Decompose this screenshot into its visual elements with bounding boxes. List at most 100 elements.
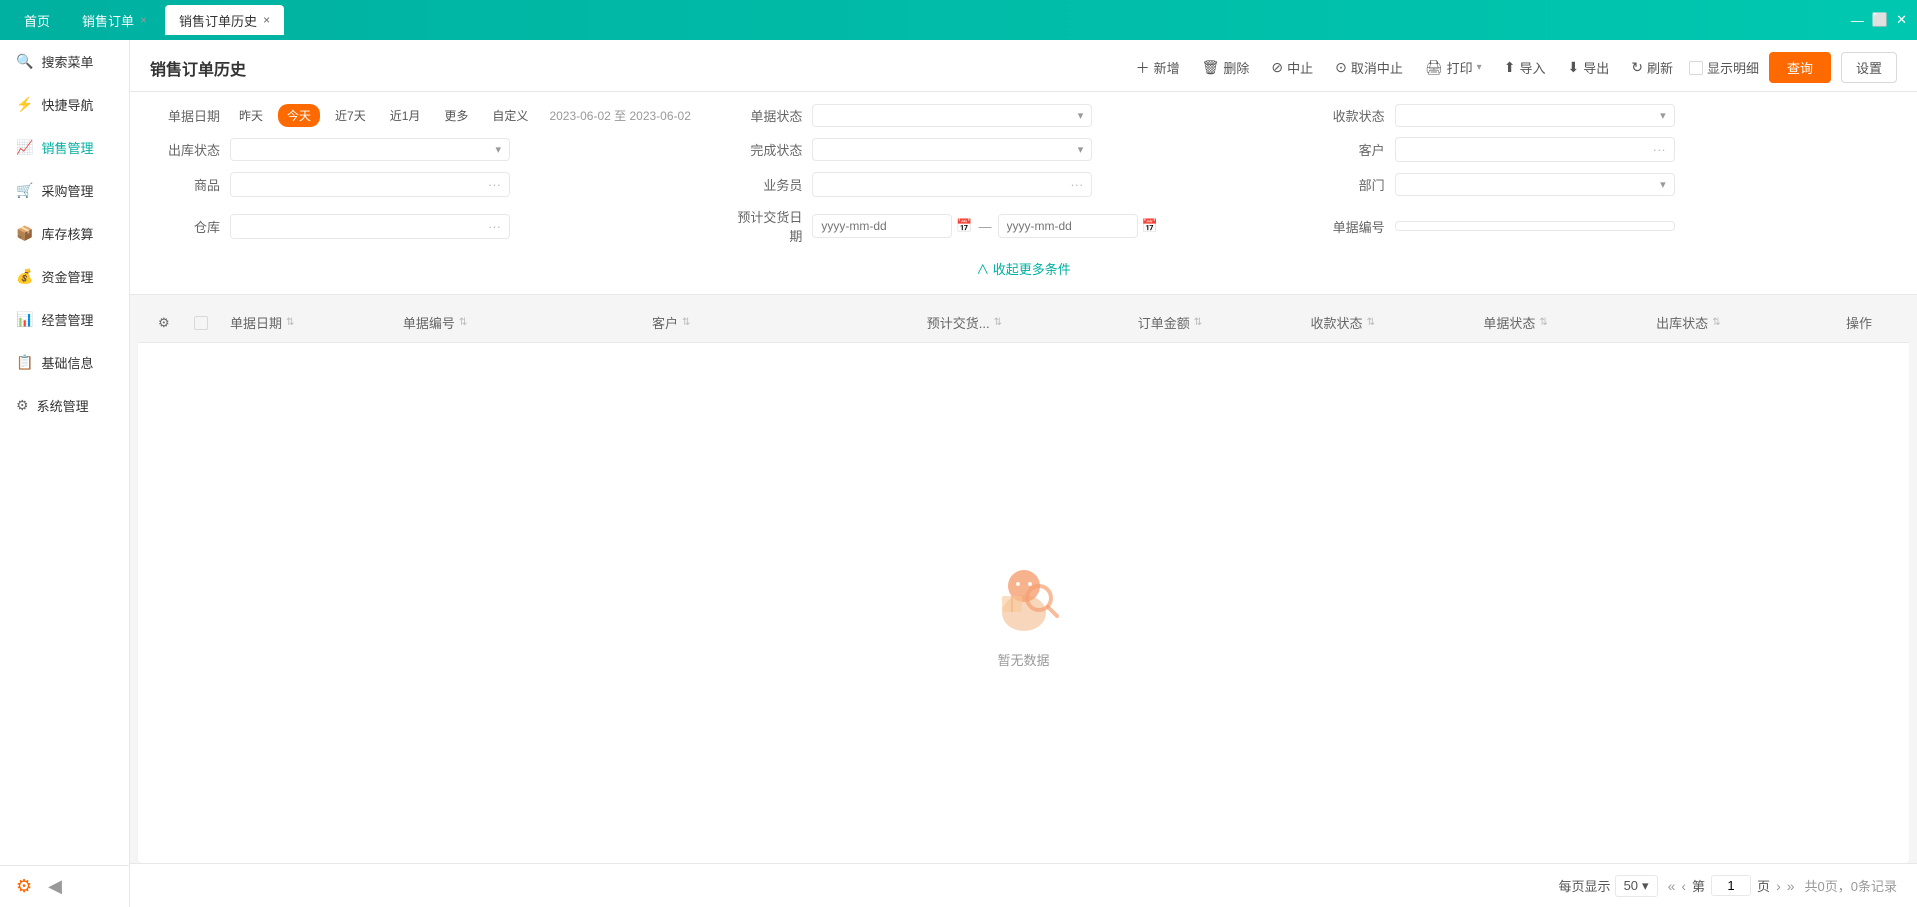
sidebar-item-operation[interactable]: 📊 经营管理 [0, 298, 129, 341]
import-button[interactable]: ⬆ 导入 [1498, 54, 1552, 81]
main-layout: 🔍 搜索菜单 ⚡ 快捷导航 📈 销售管理 🛒 采购管理 📦 库存核算 💰 资金管… [0, 40, 1917, 907]
export-button[interactable]: ⬇ 导出 [1561, 54, 1615, 81]
th-number[interactable]: 单据编号 ⇅ [393, 313, 642, 332]
dept-select[interactable]: ▾ [1395, 173, 1675, 196]
sidebar-collapse-icon[interactable]: ◀ [48, 876, 62, 897]
purchase-icon: 🛒 [16, 182, 33, 199]
salesman-input[interactable]: ··· [812, 172, 1092, 197]
customer-dots[interactable]: ··· [1653, 142, 1666, 157]
tab-sales-order-history-close[interactable]: × [263, 13, 270, 27]
salesman-dots[interactable]: ··· [1070, 177, 1083, 192]
tab-sales-order-history[interactable]: 销售订单历史 × [165, 5, 284, 35]
goods-input[interactable]: ··· [230, 172, 510, 197]
filter-row-3: 商品 ··· 业务员 ··· 部门 ▾ [150, 172, 1897, 197]
receipt-status-select[interactable]: ▾ [1395, 104, 1675, 127]
th-customer[interactable]: 客户 ⇅ [642, 313, 917, 332]
th-action-label: 操作 [1846, 316, 1872, 331]
th-customer-label: 客户 [652, 313, 678, 332]
basic-icon: 📋 [16, 354, 33, 371]
goods-dots[interactable]: ··· [488, 177, 501, 192]
refresh-button[interactable]: ↻ 刷新 [1625, 54, 1679, 81]
delivery-date-from[interactable] [812, 214, 952, 238]
sidebar-item-basic[interactable]: 📋 基础信息 [0, 341, 129, 384]
tab-home[interactable]: 首页 [10, 5, 64, 35]
calendar-from-icon[interactable]: 📅 [956, 218, 972, 234]
out-status-select[interactable]: ▾ [230, 138, 510, 161]
date-btn-custom[interactable]: 自定义 [483, 104, 537, 127]
date-btn-7days[interactable]: 近7天 [326, 104, 375, 127]
sidebar-item-sales[interactable]: 📈 销售管理 [0, 126, 129, 169]
sidebar-item-quick-nav[interactable]: ⚡ 快捷导航 [0, 83, 129, 126]
tab-sales-order[interactable]: 销售订单 × [68, 5, 161, 35]
stop-button[interactable]: ⊘ 中止 [1265, 54, 1319, 81]
sidebar-settings-icon[interactable]: ⚙ [16, 876, 32, 897]
th-amount[interactable]: 订单金额 ⇅ [1128, 313, 1301, 332]
display-detail-checkbox[interactable]: 显示明细 [1689, 58, 1759, 77]
cancel-stop-button[interactable]: ⊙ 取消中止 [1329, 54, 1409, 81]
sidebar-item-capital[interactable]: 💰 资金管理 [0, 255, 129, 298]
last-page-btn[interactable]: » [1787, 878, 1795, 894]
content-area: 销售订单历史 ＋ 新增 🗑 删除 ⊘ 中止 ⊙ 取消中止 [130, 40, 1917, 907]
window-minimize-btn[interactable]: — [1851, 13, 1864, 28]
date-btn-1month[interactable]: 近1月 [381, 104, 430, 127]
th-checkbox[interactable] [184, 316, 220, 330]
sidebar-item-inventory[interactable]: 📦 库存核算 [0, 212, 129, 255]
out-status-cell: 出库状态 ▾ [150, 138, 732, 161]
warehouse-input[interactable]: ··· [230, 214, 510, 239]
page-input[interactable] [1711, 875, 1751, 896]
warehouse-dots[interactable]: ··· [488, 219, 501, 234]
tab-sales-order-close[interactable]: × [140, 13, 147, 27]
header-checkbox[interactable] [194, 316, 208, 330]
bill-number-label: 单据编号 [1315, 217, 1395, 236]
date-btn-today[interactable]: 今天 [278, 104, 320, 127]
th-date[interactable]: 单据日期 ⇅ [220, 313, 393, 332]
window-restore-btn[interactable]: ⬜ [1872, 12, 1888, 28]
customer-input[interactable]: ··· [1395, 137, 1675, 162]
first-page-btn[interactable]: « [1668, 878, 1676, 894]
sidebar-item-operation-label: 经营管理 [41, 310, 93, 329]
bill-status-select[interactable]: ▾ [812, 104, 1092, 127]
sort-number-icon: ⇅ [459, 317, 467, 328]
per-page-value: 50 [1624, 878, 1638, 893]
th-receipt[interactable]: 收款状态 ⇅ [1301, 313, 1474, 332]
delivery-date-to[interactable] [998, 214, 1138, 238]
page-label: 第 [1692, 876, 1705, 895]
complete-status-select[interactable]: ▾ [812, 138, 1092, 161]
print-button[interactable]: 🖨 打印 ▾ [1419, 54, 1488, 81]
out-status-label: 出库状态 [150, 140, 230, 159]
sidebar-bottom: ⚙ ◀ [0, 865, 129, 907]
next-page-btn[interactable]: › [1776, 878, 1781, 894]
window-close-btn[interactable]: ✕ [1896, 12, 1907, 28]
delete-button[interactable]: 🗑 删除 [1196, 54, 1256, 81]
prev-page-btn[interactable]: ‹ [1681, 878, 1686, 894]
bill-number-cell: 单据编号 [1315, 217, 1897, 236]
import-label: 导入 [1519, 58, 1545, 77]
new-label: 新增 [1154, 58, 1180, 77]
new-button[interactable]: ＋ 新增 [1130, 54, 1186, 82]
collapse-row[interactable]: ∧ 收起更多条件 [150, 255, 1897, 282]
sidebar-item-search-menu[interactable]: 🔍 搜索菜单 [0, 40, 129, 83]
sidebar-item-system[interactable]: ⚙ 系统管理 [0, 384, 129, 427]
new-icon: ＋ [1136, 58, 1150, 78]
bill-number-input[interactable] [1395, 221, 1675, 231]
query-button[interactable]: 查询 [1769, 52, 1831, 83]
operation-icon: 📊 [16, 311, 33, 328]
date-btn-yesterday[interactable]: 昨天 [230, 104, 272, 127]
setting-button[interactable]: 设置 [1841, 52, 1897, 83]
sidebar-item-purchase[interactable]: 🛒 采购管理 [0, 169, 129, 212]
sidebar-item-quick-nav-label: 快捷导航 [41, 95, 93, 114]
calendar-to-icon[interactable]: 📅 [1142, 218, 1158, 234]
th-settings[interactable]: ⚙ [148, 315, 184, 331]
date-separator: — [979, 219, 992, 234]
th-out-status[interactable]: 出库状态 ⇅ [1646, 313, 1819, 332]
refresh-label: 刷新 [1647, 58, 1673, 77]
print-chevron: ▾ [1477, 62, 1482, 73]
per-page-value-control[interactable]: 50 ▾ [1615, 875, 1658, 897]
th-delivery[interactable]: 预计交货... ⇅ [917, 313, 1128, 332]
display-detail-cb[interactable] [1689, 61, 1703, 75]
stop-label: 中止 [1287, 58, 1313, 77]
th-date-label: 单据日期 [230, 313, 282, 332]
page-unit: 页 [1757, 876, 1770, 895]
th-status[interactable]: 单据状态 ⇅ [1473, 313, 1646, 332]
date-btn-more[interactable]: 更多 [435, 104, 477, 127]
